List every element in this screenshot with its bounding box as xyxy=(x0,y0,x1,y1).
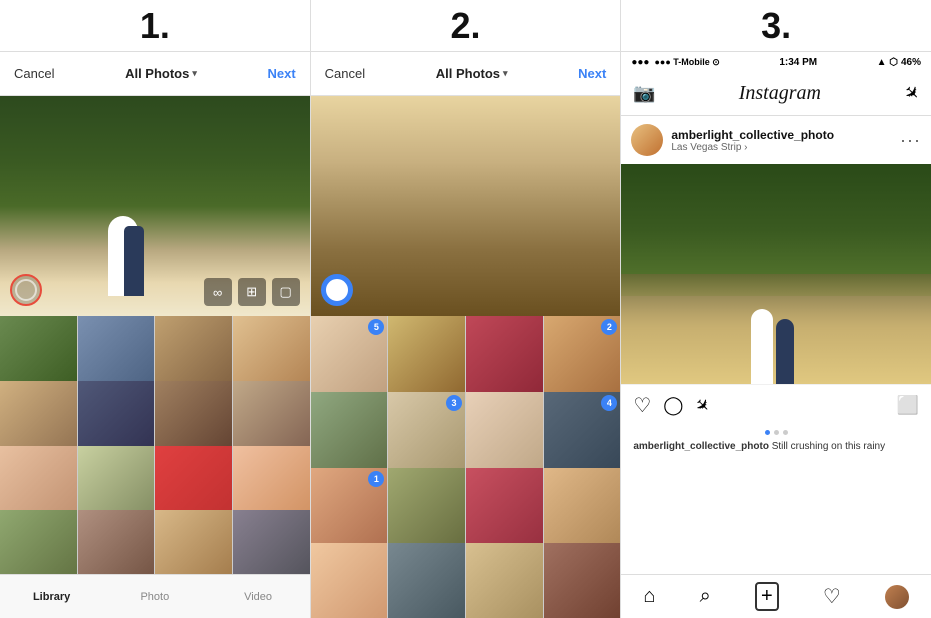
panel-1-toolbar: ∞ ⊞ ▢ xyxy=(204,278,300,306)
grid-cell[interactable] xyxy=(544,543,621,618)
send-icon[interactable]: ✈ xyxy=(899,81,925,107)
ig-bottom-nav: ⌂ ⌕ + ♡ xyxy=(621,574,931,618)
panel-1: Cancel All Photos ▾ Next ∞ ⊞ ▢ xyxy=(0,52,311,618)
grid-cell[interactable] xyxy=(155,510,232,574)
grid-cell[interactable] xyxy=(466,543,543,618)
post-user-info: amberlight_collective_photo Las Vegas St… xyxy=(671,128,892,153)
dot xyxy=(774,430,779,435)
ig-heart-icon[interactable]: ♡ xyxy=(823,584,841,609)
grid-cell[interactable] xyxy=(388,468,465,545)
comment-icon[interactable]: ◯ xyxy=(663,395,683,416)
status-bar: ●●● ●●● T-Mobile ⊙ 1:34 PM ▲ ⬡ 46% xyxy=(621,52,931,72)
grid-badge: 1 xyxy=(368,471,384,487)
grid-cell[interactable] xyxy=(388,316,465,393)
grid-cell[interactable]: 3 xyxy=(388,392,465,469)
panel-1-photo-grid xyxy=(0,316,310,574)
step-1-label: 1. xyxy=(0,0,311,51)
instagram-logo: Instagram xyxy=(739,82,821,105)
post-image xyxy=(621,164,931,384)
grid-cell[interactable] xyxy=(233,510,310,574)
status-carrier: ●●● ●●● T-Mobile ⊙ xyxy=(631,57,719,68)
step-numbers-bar: 1. 2. 3. xyxy=(0,0,931,52)
panel-1-photo-view: ∞ ⊞ ▢ xyxy=(0,96,310,316)
dots-indicator xyxy=(621,426,931,439)
status-time: 1:34 PM xyxy=(779,57,817,68)
panel-2-photo-grid: 5 2 3 4 1 xyxy=(311,316,621,618)
dot xyxy=(783,430,788,435)
post-more-button[interactable]: ··· xyxy=(900,130,921,151)
panel-1-title: All Photos ▾ xyxy=(125,66,197,81)
post-username[interactable]: amberlight_collective_photo xyxy=(671,128,892,142)
panel-2-next-button[interactable]: Next xyxy=(578,66,606,81)
panel-3: ●●● ●●● T-Mobile ⊙ 1:34 PM ▲ ⬡ 46% 📷 Ins… xyxy=(621,52,931,618)
panel-2-title: All Photos ▾ xyxy=(436,66,508,81)
dot-active xyxy=(765,430,770,435)
grid-badge: 4 xyxy=(601,395,617,411)
grid-cell[interactable] xyxy=(466,468,543,545)
grid-badge: 2 xyxy=(601,319,617,335)
grid-cell[interactable] xyxy=(0,510,77,574)
panel-2-cancel-button[interactable]: Cancel xyxy=(325,66,365,81)
like-icon[interactable]: ♡ xyxy=(633,393,651,418)
ig-top-nav: 📷 Instagram ✈ xyxy=(621,72,931,116)
panel-2-chevron-icon: ▾ xyxy=(503,68,508,79)
step-3-label: 3. xyxy=(621,0,931,51)
grid-badge: 3 xyxy=(446,395,462,411)
caption-username: amberlight_collective_photo xyxy=(633,441,769,452)
status-battery: ▲ ⬡ 46% xyxy=(877,57,921,68)
grid-cell[interactable] xyxy=(466,316,543,393)
panel-2: Cancel All Photos ▾ Next 5 2 3 xyxy=(311,52,622,618)
ig-search-icon[interactable]: ⌕ xyxy=(700,585,711,608)
avatar xyxy=(631,124,663,156)
grid-badge: 5 xyxy=(368,319,384,335)
grid-cell[interactable]: 1 xyxy=(311,468,388,545)
post-caption: amberlight_collective_photo Still crushi… xyxy=(621,439,931,458)
ig-profile-icon[interactable] xyxy=(885,585,909,609)
grid-cell[interactable] xyxy=(466,392,543,469)
post-location[interactable]: Las Vegas Strip › xyxy=(671,142,892,153)
grid-cell[interactable]: 4 xyxy=(544,392,621,469)
grid-cell[interactable] xyxy=(78,510,155,574)
grid-cell[interactable] xyxy=(311,543,388,618)
grid-cell[interactable]: 5 xyxy=(311,316,388,393)
post-header: amberlight_collective_photo Las Vegas St… xyxy=(621,116,931,164)
bookmark-icon[interactable]: ⬜ xyxy=(897,395,919,416)
panels-container: Cancel All Photos ▾ Next ∞ ⊞ ▢ xyxy=(0,52,931,618)
grid-cell[interactable] xyxy=(388,543,465,618)
tab-photo[interactable]: Photo xyxy=(103,575,206,618)
step-2-label: 2. xyxy=(311,0,622,51)
grid-cell[interactable]: 2 xyxy=(544,316,621,393)
square-icon[interactable]: ▢ xyxy=(272,278,300,306)
post-actions: ♡ ◯ ✈ ⬜ xyxy=(621,384,931,426)
panel-2-main-photo xyxy=(311,96,621,316)
grid-cell[interactable] xyxy=(544,468,621,545)
grid-cell[interactable] xyxy=(311,392,388,469)
panel-1-cancel-button[interactable]: Cancel xyxy=(14,66,54,81)
panel-2-photo-view xyxy=(311,96,621,316)
caption-text: Still crushing on this rainy xyxy=(772,441,885,452)
panel-1-circle-inner xyxy=(15,279,37,301)
panel-2-select-button[interactable] xyxy=(321,274,353,306)
panel-2-nav: Cancel All Photos ▾ Next xyxy=(311,52,621,96)
share-icon[interactable]: ✈ xyxy=(690,393,714,417)
ig-add-icon[interactable]: + xyxy=(755,582,779,611)
panel-1-tab-bar: Library Photo Video xyxy=(0,574,310,618)
grid-icon[interactable]: ⊞ xyxy=(238,278,266,306)
infinity-icon[interactable]: ∞ xyxy=(204,278,232,306)
panel-1-next-button[interactable]: Next xyxy=(267,66,295,81)
camera-icon[interactable]: 📷 xyxy=(633,83,655,104)
ig-home-icon[interactable]: ⌂ xyxy=(643,585,655,608)
tab-video[interactable]: Video xyxy=(206,575,309,618)
panel-1-select-button[interactable] xyxy=(10,274,42,306)
panel-1-chevron-icon: ▾ xyxy=(192,68,197,79)
tab-library[interactable]: Library xyxy=(0,575,103,618)
panel-1-nav: Cancel All Photos ▾ Next xyxy=(0,52,310,96)
panel-2-circle-inner xyxy=(326,279,348,301)
